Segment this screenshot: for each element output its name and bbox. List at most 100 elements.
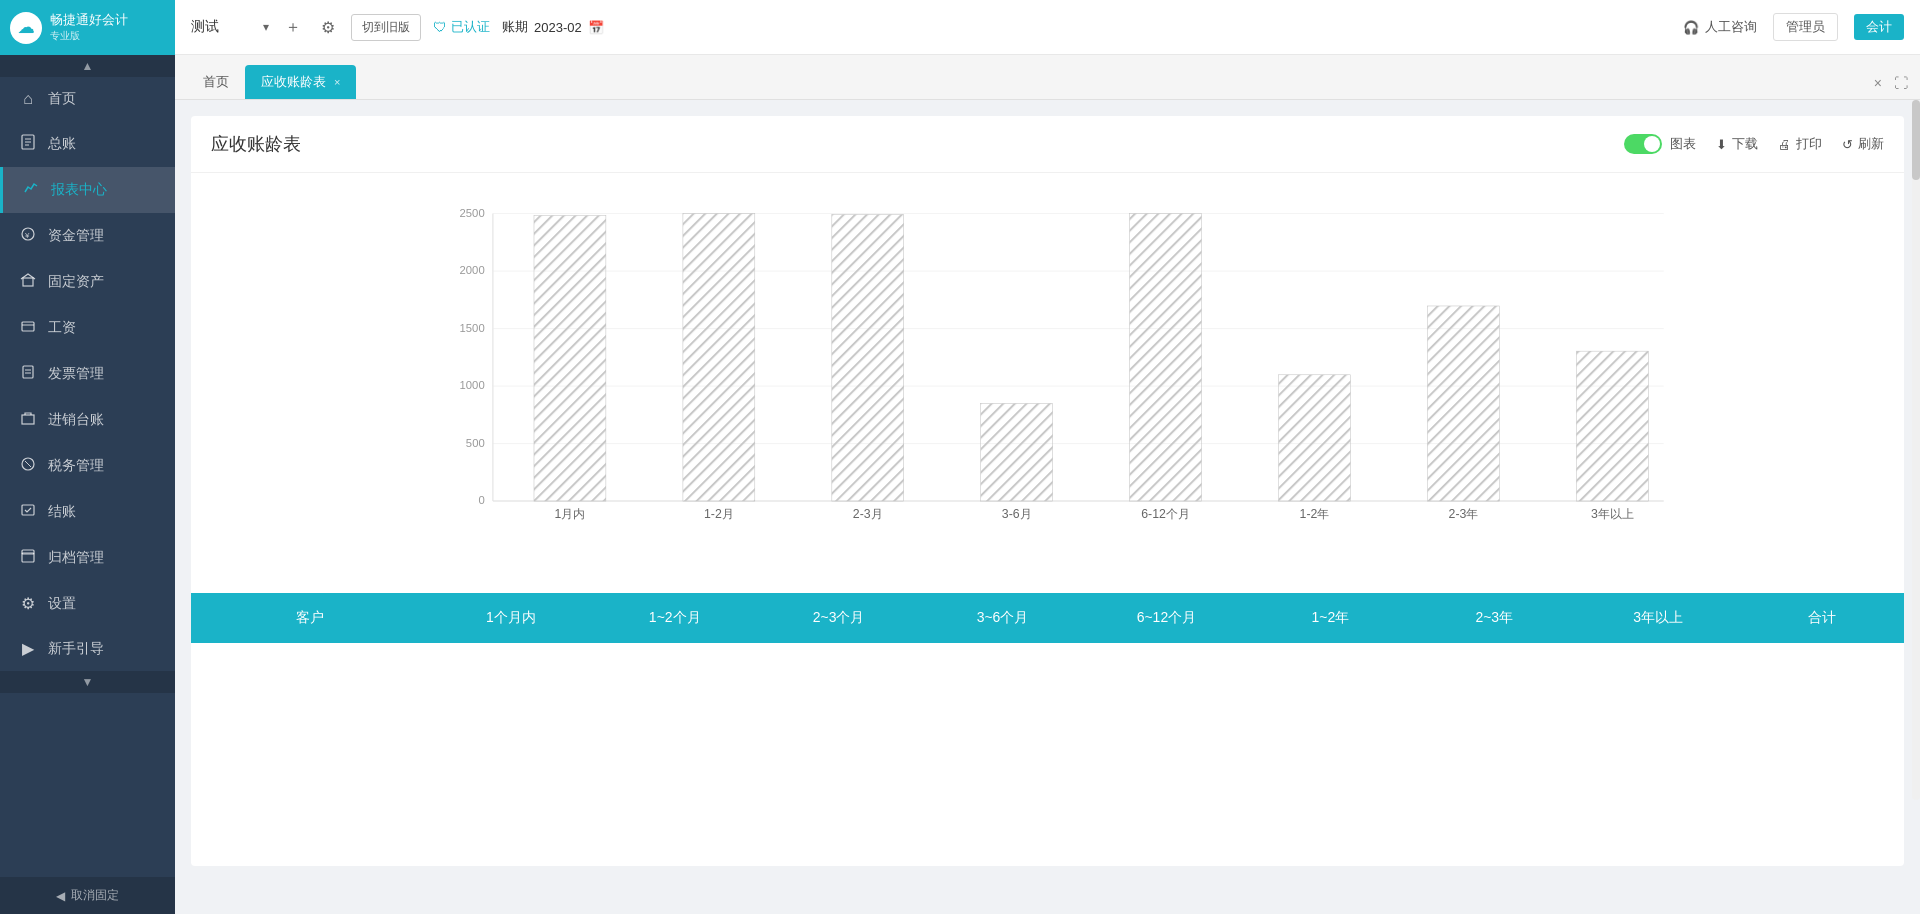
logo-icon: ☁ <box>10 12 42 44</box>
salary-icon <box>18 318 38 338</box>
svg-rect-15 <box>22 505 34 515</box>
cancel-fixed-btn[interactable]: ◀ 取消固定 <box>0 877 175 914</box>
svg-text:2-3月: 2-3月 <box>853 507 883 521</box>
svg-text:1000: 1000 <box>460 379 485 391</box>
sidebar-nav: ▲ ⌂ 首页 总账 报表中心 ¥ 资金管理 <box>0 55 175 877</box>
sidebar-item-ledger[interactable]: 总账 <box>0 121 175 167</box>
archive-icon <box>18 548 38 568</box>
report-container: 应收账龄表 图表 ⬇ 下载 🖨 打印 ↺ <box>191 116 1904 866</box>
download-btn[interactable]: ⬇ 下载 <box>1716 135 1758 153</box>
report-header: 应收账龄表 图表 ⬇ 下载 🖨 打印 ↺ <box>191 116 1904 173</box>
svg-rect-6 <box>23 278 33 286</box>
th-2-3month: 2~3个月 <box>757 593 921 643</box>
sidebar-item-settings[interactable]: ⚙ 设置 <box>0 581 175 626</box>
svg-text:2-3年: 2-3年 <box>1449 507 1479 521</box>
close-tab-btn[interactable]: × <box>1874 75 1882 91</box>
closing-icon <box>18 502 38 522</box>
sidebar-item-assets[interactable]: 固定资产 <box>0 259 175 305</box>
bar-3 <box>832 215 904 502</box>
bar-4 <box>981 404 1053 502</box>
svg-text:6-12个月: 6-12个月 <box>1141 507 1190 521</box>
print-btn[interactable]: 🖨 打印 <box>1778 135 1822 153</box>
sidebar-item-funds[interactable]: ¥ 资金管理 <box>0 213 175 259</box>
svg-rect-12 <box>22 415 34 424</box>
th-2-3year: 2~3年 <box>1412 593 1576 643</box>
inventory-icon <box>18 410 38 430</box>
th-1month: 1个月内 <box>429 593 593 643</box>
refresh-icon: ↺ <box>1842 137 1853 152</box>
svg-rect-9 <box>23 366 33 378</box>
sidebar-item-inventory[interactable]: 进销台账 <box>0 397 175 443</box>
shield-icon: 🛡 <box>433 19 447 35</box>
expand-btn[interactable]: ⛶ <box>1894 75 1908 91</box>
chart-area: 0 500 1000 1500 2000 2500 1月内 1-2月 <box>191 173 1904 593</box>
svg-text:1月内: 1月内 <box>555 507 586 521</box>
sidebar-item-invoice[interactable]: 发票管理 <box>0 351 175 397</box>
tax-icon <box>18 456 38 476</box>
svg-text:2500: 2500 <box>460 207 485 219</box>
svg-text:500: 500 <box>466 437 485 449</box>
sidebar-item-archive[interactable]: 归档管理 <box>0 535 175 581</box>
main-area: 测试 ▾ ＋ ⚙ 切到旧版 🛡 已认证 账期 2023-02 📅 🎧 人工咨询 … <box>175 0 1920 914</box>
svg-rect-17 <box>22 550 34 554</box>
chart-toggle-wrap: 图表 <box>1624 134 1696 154</box>
topbar: 测试 ▾ ＋ ⚙ 切到旧版 🛡 已认证 账期 2023-02 📅 🎧 人工咨询 … <box>175 0 1920 55</box>
svg-text:3-6月: 3-6月 <box>1002 507 1032 521</box>
tab-accounts-aging[interactable]: 应收账龄表 × <box>245 65 356 99</box>
topbar-add-btn[interactable]: ＋ <box>281 13 305 42</box>
chart-toggle[interactable] <box>1624 134 1662 154</box>
bar-chart-svg: 0 500 1000 1500 2000 2500 1月内 1-2月 <box>211 193 1884 573</box>
svg-text:2000: 2000 <box>460 264 485 276</box>
refresh-btn[interactable]: ↺ 刷新 <box>1842 135 1884 153</box>
switch-version-btn[interactable]: 切到旧版 <box>351 14 421 41</box>
tab-home[interactable]: 首页 <box>187 65 245 99</box>
settings-icon: ⚙ <box>18 594 38 613</box>
svg-text:0: 0 <box>478 494 484 506</box>
scroll-down-btn[interactable]: ▼ <box>0 671 175 693</box>
topbar-right: 🎧 人工咨询 管理员 会计 <box>1683 13 1904 41</box>
ledger-icon <box>18 134 38 154</box>
assets-icon <box>18 272 38 292</box>
sidebar-item-reports[interactable]: 报表中心 <box>0 167 175 213</box>
guide-icon: ▶ <box>18 639 38 658</box>
period-display: 账期 2023-02 📅 <box>502 18 604 36</box>
svg-rect-7 <box>22 322 34 331</box>
toggle-label[interactable]: 图表 <box>1670 135 1696 153</box>
svg-text:1500: 1500 <box>460 322 485 334</box>
manager-btn[interactable]: 管理员 <box>1773 13 1838 41</box>
sidebar-item-guide[interactable]: ▶ 新手引导 <box>0 626 175 671</box>
sidebar-logo: ☁ 畅捷通好会计 专业版 <box>0 0 175 55</box>
table-header: 客户 1个月内 1~2个月 2~3个月 3~6个月 6~12个月 1~2年 2~… <box>191 593 1904 643</box>
topbar-dropdown-btn[interactable]: ▾ <box>263 20 269 34</box>
th-total: 合计 <box>1740 593 1904 643</box>
svg-text:1-2月: 1-2月 <box>704 507 734 521</box>
report-actions: 图表 ⬇ 下载 🖨 打印 ↺ 刷新 <box>1624 134 1884 154</box>
sidebar-item-closing[interactable]: 结账 <box>0 489 175 535</box>
svg-line-14 <box>25 461 31 467</box>
tabbar-right-controls: × ⛶ <box>1874 75 1908 91</box>
th-customer: 客户 <box>191 593 429 643</box>
sidebar-item-tax[interactable]: 税务管理 <box>0 443 175 489</box>
th-6-12month: 6~12个月 <box>1084 593 1248 643</box>
role-btn[interactable]: 会计 <box>1854 14 1904 40</box>
sidebar-item-salary[interactable]: 工资 <box>0 305 175 351</box>
bar-2 <box>683 214 755 502</box>
home-icon: ⌂ <box>18 90 38 108</box>
pin-icon: ◀ <box>56 889 65 903</box>
tabbar: 首页 应收账龄表 × × ⛶ <box>175 55 1920 100</box>
bar-1 <box>534 216 606 502</box>
th-3-6month: 3~6个月 <box>921 593 1085 643</box>
consult-btn[interactable]: 🎧 人工咨询 <box>1683 18 1757 36</box>
bar-6 <box>1279 375 1351 501</box>
tab-close-btn[interactable]: × <box>334 76 340 88</box>
svg-text:¥: ¥ <box>24 231 30 240</box>
page-content: 应收账龄表 图表 ⬇ 下载 🖨 打印 ↺ <box>175 100 1920 914</box>
calendar-icon[interactable]: 📅 <box>588 20 604 35</box>
sidebar-item-home[interactable]: ⌂ 首页 <box>0 77 175 121</box>
print-icon: 🖨 <box>1778 137 1791 152</box>
scroll-up-btn[interactable]: ▲ <box>0 55 175 77</box>
certified-badge: 🛡 已认证 <box>433 18 490 36</box>
scrollbar-thumb[interactable] <box>1912 100 1920 180</box>
topbar-settings-btn[interactable]: ⚙ <box>317 14 339 41</box>
invoice-icon <box>18 364 38 384</box>
